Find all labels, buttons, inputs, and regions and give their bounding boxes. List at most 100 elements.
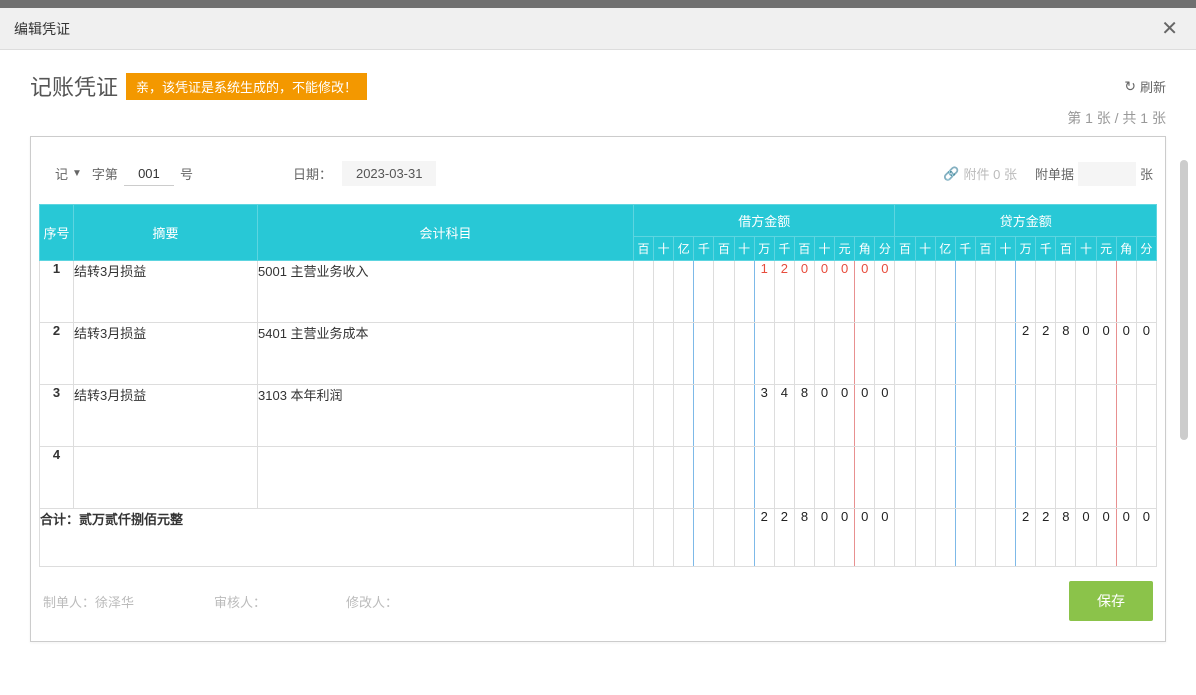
digit-cell: [694, 509, 714, 567]
cell-subject[interactable]: 5401 主营业务成本: [258, 323, 634, 385]
digit-cell: 8: [794, 385, 814, 447]
digit-cell: [714, 385, 734, 447]
digit-cell: [754, 323, 774, 385]
th-digit: 分: [1136, 237, 1156, 261]
voucher-type-label: 记: [55, 164, 68, 183]
th-digit: 百: [1056, 237, 1076, 261]
digit-cell: [734, 261, 754, 323]
refresh-icon: ↻: [1124, 78, 1136, 95]
digit-cell: 4: [774, 385, 794, 447]
digit-cell: 0: [1076, 323, 1096, 385]
voucher-header: 记账凭证 亲，该凭证是系统生成的，不能修改！ ↻ 刷新: [30, 70, 1166, 102]
digit-cell: 2: [774, 509, 794, 567]
th-digit: 十: [734, 237, 754, 261]
table-row[interactable]: 4: [40, 447, 1157, 509]
dialog-title: 编辑凭证: [14, 19, 70, 39]
voucher-meta: 记 ▼ 字第 001 号 日期： 2023-03-31 🔗 附件 0 张 附单据: [39, 161, 1157, 204]
digit-cell: [634, 323, 654, 385]
th-digit: 千: [694, 237, 714, 261]
digit-cell: 0: [855, 509, 875, 567]
cell-summary[interactable]: 结转3月损益: [74, 261, 258, 323]
table-row[interactable]: 3结转3月损益3103 本年利润3480000: [40, 385, 1157, 447]
hao-label: 号: [180, 164, 193, 183]
digit-cell: [1036, 385, 1056, 447]
cell-subject[interactable]: 3103 本年利润: [258, 385, 634, 447]
cell-summary[interactable]: 结转3月损益: [74, 385, 258, 447]
digit-cell: [634, 509, 654, 567]
digit-cell: [975, 447, 995, 509]
digit-cell: [995, 385, 1015, 447]
digit-cell: [654, 447, 674, 509]
cell-summary[interactable]: [74, 447, 258, 509]
attachment-link[interactable]: 🔗 附件 0 张: [943, 164, 1017, 183]
scrollbar[interactable]: [1180, 120, 1188, 680]
scrollbar-thumb[interactable]: [1180, 160, 1188, 440]
digit-cell: 2: [1016, 509, 1036, 567]
digit-cell: [734, 323, 754, 385]
digit-cell: [734, 447, 754, 509]
th-summary: 摘要: [74, 205, 258, 261]
voucher-title: 记账凭证: [30, 70, 118, 102]
th-digit: 角: [855, 237, 875, 261]
attachment-input[interactable]: [1078, 162, 1136, 186]
zhang-label: 张: [1140, 164, 1153, 183]
digit-cell: [995, 509, 1015, 567]
voucher-number-input[interactable]: 001: [124, 162, 174, 186]
dialog-header: 编辑凭证 ✕: [0, 8, 1196, 50]
cell-subject[interactable]: [258, 447, 634, 509]
digit-cell: [1056, 385, 1076, 447]
digit-cell: [895, 323, 915, 385]
th-digit: 百: [714, 237, 734, 261]
digit-cell: [674, 447, 694, 509]
date-input[interactable]: 2023-03-31: [342, 161, 437, 186]
digit-cell: 0: [1136, 509, 1156, 567]
th-digit: 万: [1016, 237, 1036, 261]
meta-left: 记 ▼ 字第 001 号: [51, 162, 193, 186]
close-icon[interactable]: ✕: [1157, 16, 1182, 41]
digit-cell: [1076, 261, 1096, 323]
digit-cell: [794, 323, 814, 385]
digit-cell: 0: [1096, 323, 1116, 385]
table-row[interactable]: 1结转3月损益5001 主营业务收入1200000: [40, 261, 1157, 323]
th-digit: 亿: [935, 237, 955, 261]
digit-cell: [1096, 385, 1116, 447]
top-bar: [0, 0, 1196, 8]
digit-cell: [734, 385, 754, 447]
digit-cell: [895, 509, 915, 567]
digit-cell: [714, 447, 734, 509]
digit-cell: [855, 447, 875, 509]
digit-cell: [935, 447, 955, 509]
digit-cell: [915, 385, 935, 447]
digit-cell: 0: [875, 385, 895, 447]
digit-cell: [634, 261, 654, 323]
digit-cell: 0: [875, 509, 895, 567]
refresh-button[interactable]: ↻ 刷新: [1124, 77, 1166, 96]
digit-cell: [694, 385, 714, 447]
digit-cell: [674, 261, 694, 323]
refresh-label: 刷新: [1140, 77, 1166, 96]
th-digit: 元: [835, 237, 855, 261]
digit-cell: [1016, 447, 1036, 509]
page-indicator: 第 1 张 / 共 1 张: [30, 108, 1166, 128]
digit-cell: [995, 323, 1015, 385]
chevron-down-icon: ▼: [72, 168, 82, 179]
digit-cell: [915, 261, 935, 323]
digit-cell: [714, 261, 734, 323]
digit-cell: [915, 323, 935, 385]
save-button[interactable]: 保存: [1069, 581, 1153, 621]
digit-cell: 0: [1136, 323, 1156, 385]
digit-cell: 0: [814, 509, 834, 567]
digit-cell: [915, 447, 935, 509]
cell-subject[interactable]: 5001 主营业务收入: [258, 261, 634, 323]
cell-seq: 3: [40, 385, 74, 447]
cell-summary[interactable]: 结转3月损益: [74, 323, 258, 385]
digit-cell: 0: [855, 261, 875, 323]
digit-cell: 2: [774, 261, 794, 323]
digit-cell: [734, 509, 754, 567]
th-digit: 元: [1096, 237, 1116, 261]
voucher-type-dropdown[interactable]: 记 ▼: [51, 162, 86, 185]
th-digit: 亿: [674, 237, 694, 261]
table-row[interactable]: 2结转3月损益5401 主营业务成本2280000: [40, 323, 1157, 385]
digit-cell: [1136, 385, 1156, 447]
meta-date: 日期： 2023-03-31: [293, 161, 437, 186]
